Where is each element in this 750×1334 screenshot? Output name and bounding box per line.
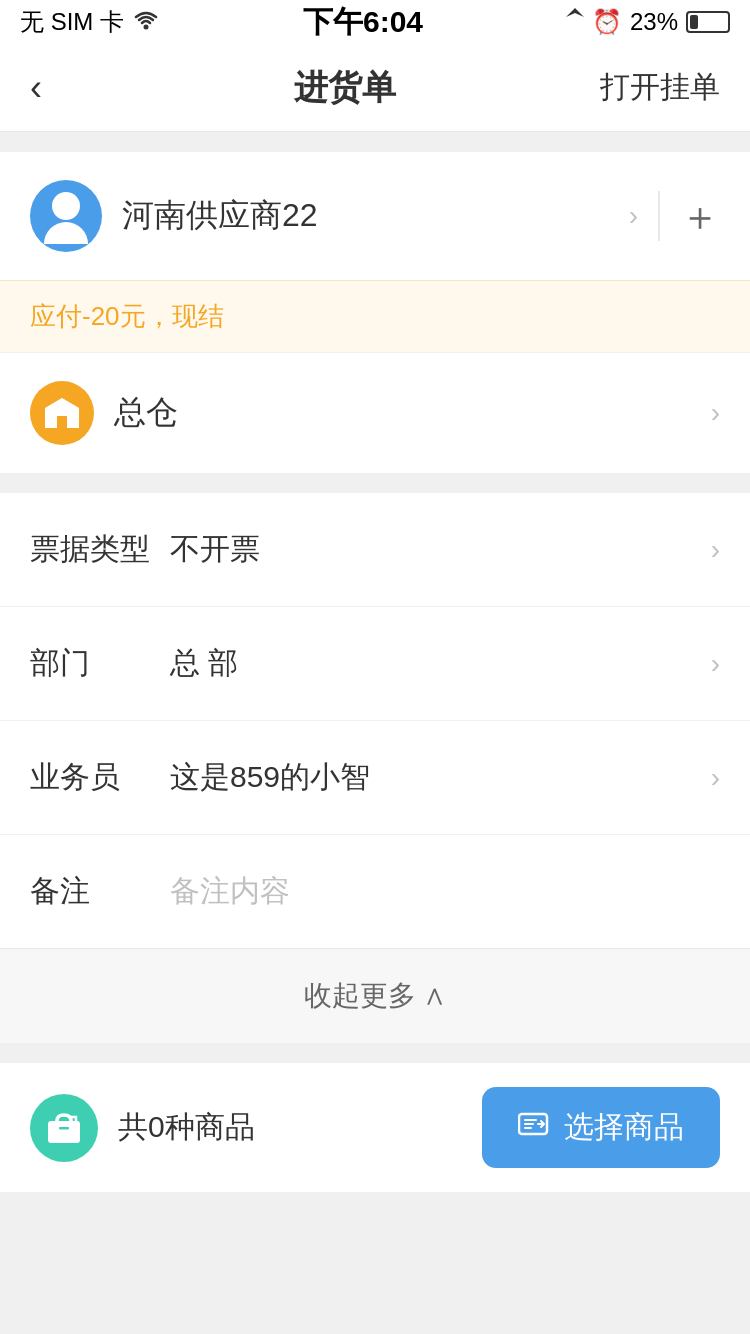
bottom-bar: 共0种商品 选择商品 <box>0 1063 750 1192</box>
select-product-icon <box>518 1110 552 1145</box>
status-bar: 无 SIM 卡 下午6:04 ⏰ 23% <box>0 0 750 44</box>
svg-rect-1 <box>57 416 67 428</box>
product-count-label: 共0种商品 <box>118 1107 462 1148</box>
form-section: 票据类型 不开票 › 部门 总 部 › 业务员 这是859的小智 › 备注 备注… <box>0 493 750 948</box>
salesperson-value: 这是859的小智 <box>170 757 711 798</box>
divider <box>658 191 660 241</box>
back-button[interactable]: ‹ <box>30 67 90 109</box>
warehouse-chevron-icon: › <box>711 397 720 429</box>
add-icon[interactable]: ＋ <box>680 189 720 244</box>
open-pending-button[interactable]: 打开挂单 <box>600 67 720 108</box>
notice-text: 应付-20元，现结 <box>30 301 224 331</box>
battery-percent: 23% <box>630 8 678 36</box>
collapse-label: 收起更多 ∧ <box>304 980 447 1011</box>
form-row-ticket-type[interactable]: 票据类型 不开票 › <box>0 493 750 607</box>
supplier-chevron-icon: › <box>629 200 638 232</box>
form-row-department[interactable]: 部门 总 部 › <box>0 607 750 721</box>
department-chevron-icon: › <box>711 648 720 680</box>
select-product-button[interactable]: 选择商品 <box>482 1087 720 1168</box>
warehouse-icon <box>30 381 94 445</box>
svg-rect-2 <box>48 1121 80 1143</box>
supplier-section: 河南供应商22 › ＋ 应付-20元，现结 总仓 › <box>0 152 750 473</box>
ticket-type-chevron-icon: › <box>711 534 720 566</box>
notice-bar: 应付-20元，现结 <box>0 280 750 352</box>
alarm-icon: ⏰ <box>592 8 622 36</box>
supplier-row[interactable]: 河南供应商22 › ＋ <box>0 152 750 280</box>
battery-icon <box>686 11 730 33</box>
remark-placeholder[interactable]: 备注内容 <box>170 871 720 912</box>
salesperson-label: 业务员 <box>30 757 170 798</box>
ticket-type-value: 不开票 <box>170 529 711 570</box>
sim-label: 无 SIM 卡 <box>20 6 124 38</box>
page-title: 进货单 <box>294 65 396 111</box>
ticket-type-label: 票据类型 <box>30 529 170 570</box>
status-right: ⏰ 23% <box>566 8 730 36</box>
nav-bar: ‹ 进货单 打开挂单 <box>0 44 750 132</box>
section-gap-1 <box>0 132 750 152</box>
wifi-icon <box>132 8 160 36</box>
product-icon <box>30 1094 98 1162</box>
remark-label: 备注 <box>30 871 170 912</box>
svg-point-0 <box>144 25 149 30</box>
select-product-label: 选择商品 <box>564 1107 684 1148</box>
warehouse-label: 总仓 <box>114 391 711 435</box>
form-row-remark[interactable]: 备注 备注内容 <box>0 835 750 948</box>
supplier-name: 河南供应商22 <box>122 194 629 238</box>
collapse-button[interactable]: 收起更多 ∧ <box>0 948 750 1043</box>
form-row-salesperson[interactable]: 业务员 这是859的小智 › <box>0 721 750 835</box>
svg-rect-3 <box>59 1127 69 1130</box>
department-value: 总 部 <box>170 643 711 684</box>
location-icon <box>566 8 584 36</box>
status-left: 无 SIM 卡 <box>20 6 160 38</box>
status-time: 下午6:04 <box>303 2 423 43</box>
avatar <box>30 180 102 252</box>
salesperson-chevron-icon: › <box>711 762 720 794</box>
warehouse-row[interactable]: 总仓 › <box>0 352 750 473</box>
department-label: 部门 <box>30 643 170 684</box>
